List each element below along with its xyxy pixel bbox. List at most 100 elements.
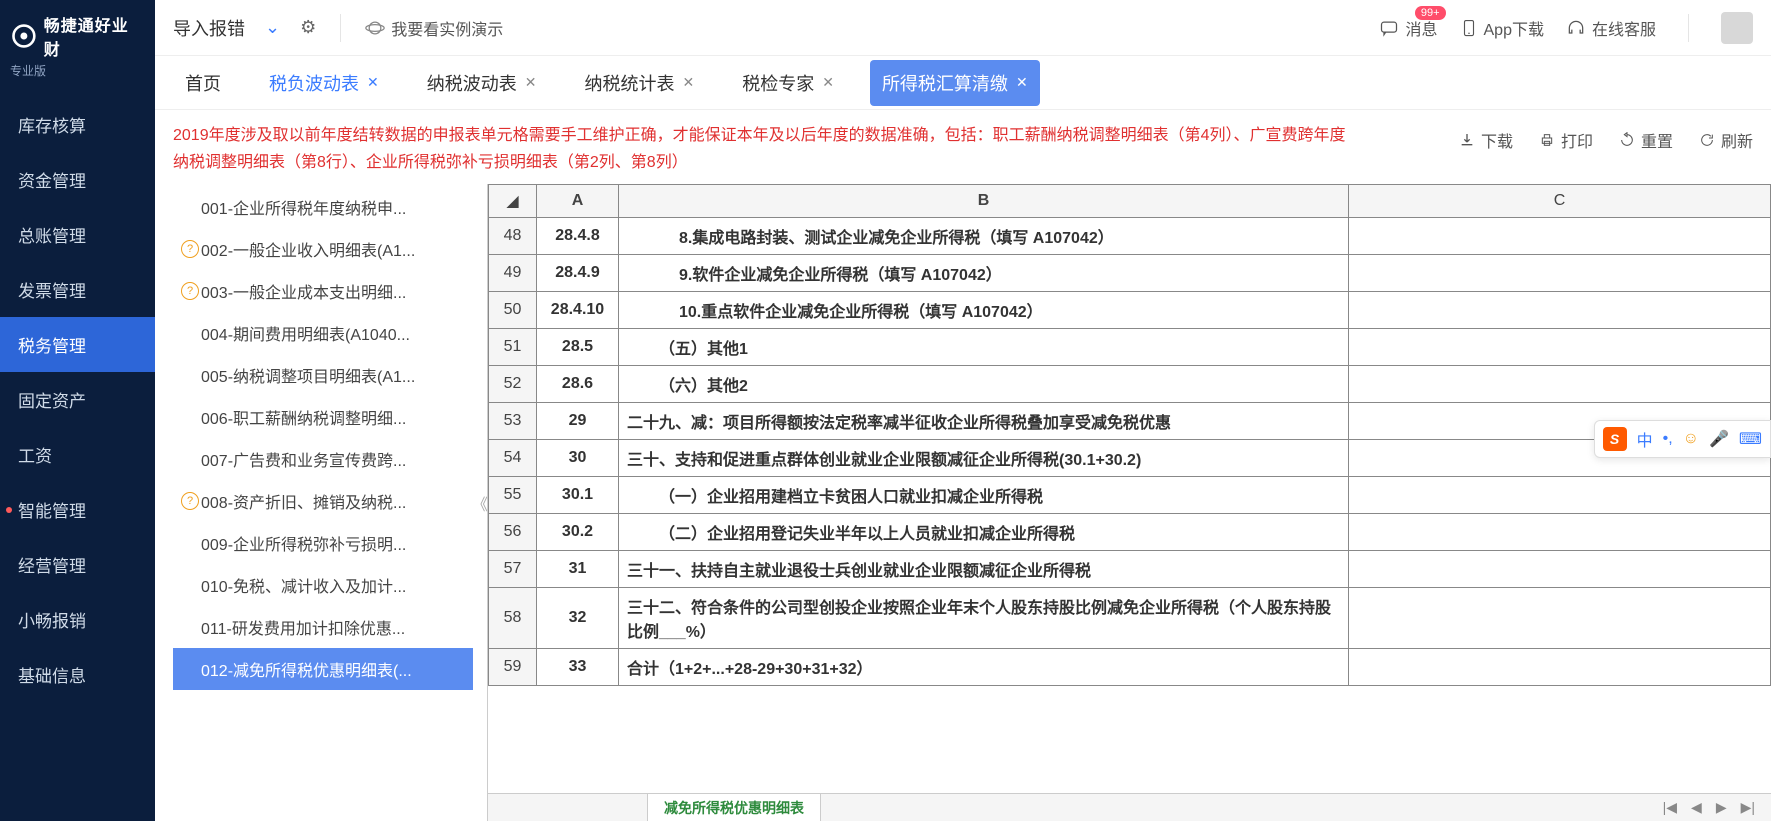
cell[interactable]: 三十、支持和促进重点群体创业就业企业限额减征企业所得税(30.1+30.2) xyxy=(619,440,1349,477)
col-header-b[interactable]: B xyxy=(619,185,1349,218)
form-list-item-7[interactable]: 008-资产折旧、摊销及纳税... xyxy=(173,480,473,522)
nav-item-2[interactable]: 总账管理 xyxy=(0,207,155,262)
form-list-item-11[interactable]: 012-减免所得税优惠明细表(... xyxy=(173,648,473,690)
ime-toolbar[interactable]: S 中 •, ☺ 🎤 ⌨ xyxy=(1594,420,1771,458)
form-list-item-5[interactable]: 006-职工薪酬纳税调整明细... xyxy=(173,396,473,438)
nav-item-5[interactable]: 固定资产 xyxy=(0,372,155,427)
sheet-nav-last[interactable]: ▶| xyxy=(1735,799,1761,816)
cell[interactable] xyxy=(1349,649,1771,686)
ime-emoji-icon[interactable]: ☺ xyxy=(1683,430,1699,448)
close-icon[interactable]: ✕ xyxy=(1016,74,1028,91)
row-header[interactable]: 55 xyxy=(489,477,537,514)
user-avatar[interactable] xyxy=(1721,12,1753,44)
cell[interactable]: 29 xyxy=(537,403,619,440)
spreadsheet[interactable]: ◢ A B C 4828.4.88.集成电路封装、测试企业减免企业所得税（填写 … xyxy=(488,184,1771,793)
cell[interactable]: 30 xyxy=(537,440,619,477)
close-icon[interactable]: ✕ xyxy=(367,74,379,91)
nav-item-8[interactable]: 经营管理 xyxy=(0,537,155,592)
form-list-item-6[interactable]: 007-广告费和业务宣传费跨... xyxy=(173,438,473,480)
row-header[interactable]: 58 xyxy=(489,588,537,649)
nav-item-9[interactable]: 小畅报销 xyxy=(0,592,155,647)
row-header[interactable]: 53 xyxy=(489,403,537,440)
close-icon[interactable]: ✕ xyxy=(525,74,537,91)
ime-lang[interactable]: 中 xyxy=(1637,427,1653,451)
cell[interactable]: 30.2 xyxy=(537,514,619,551)
cell[interactable] xyxy=(1349,255,1771,292)
cell[interactable]: 30.1 xyxy=(537,477,619,514)
cell[interactable]: （五）其他1 xyxy=(619,329,1349,366)
nav-item-10[interactable]: 基础信息 xyxy=(0,647,155,702)
row-header[interactable]: 52 xyxy=(489,366,537,403)
messages-button[interactable]: 消息 99+ xyxy=(1379,16,1437,40)
corner-cell[interactable]: ◢ xyxy=(489,185,537,218)
tab-2[interactable]: 纳税波动表✕ xyxy=(415,60,549,106)
tab-3[interactable]: 纳税统计表✕ xyxy=(572,60,706,106)
reset-button[interactable]: 重置 xyxy=(1619,128,1673,152)
form-list-item-0[interactable]: 001-企业所得税年度纳税申... xyxy=(173,186,473,228)
cell[interactable]: 合计（1+2+...+28-29+30+31+32） xyxy=(619,649,1349,686)
nav-item-1[interactable]: 资金管理 xyxy=(0,152,155,207)
row-header[interactable]: 59 xyxy=(489,649,537,686)
row-header[interactable]: 49 xyxy=(489,255,537,292)
print-button[interactable]: 打印 xyxy=(1539,128,1593,152)
close-icon[interactable]: ✕ xyxy=(822,74,834,91)
row-header[interactable]: 51 xyxy=(489,329,537,366)
cell[interactable]: （六）其他2 xyxy=(619,366,1349,403)
form-list-item-3[interactable]: 004-期间费用明细表(A1040... xyxy=(173,312,473,354)
cell[interactable]: 28.4.10 xyxy=(537,292,619,329)
row-header[interactable]: 56 xyxy=(489,514,537,551)
row-header[interactable]: 50 xyxy=(489,292,537,329)
collapse-handle[interactable]: 《 xyxy=(473,184,487,821)
row-header[interactable]: 48 xyxy=(489,218,537,255)
ime-punct-icon[interactable]: •, xyxy=(1663,430,1673,448)
cell[interactable]: 31 xyxy=(537,551,619,588)
cell[interactable]: 三十一、扶持自主就业退役士兵创业就业企业限额减征企业所得税 xyxy=(619,551,1349,588)
cell[interactable]: 28.4.8 xyxy=(537,218,619,255)
cell[interactable]: 28.4.9 xyxy=(537,255,619,292)
cell[interactable]: 28.5 xyxy=(537,329,619,366)
row-header[interactable]: 57 xyxy=(489,551,537,588)
cell[interactable] xyxy=(1349,514,1771,551)
cell[interactable] xyxy=(1349,329,1771,366)
cell[interactable] xyxy=(1349,477,1771,514)
cell[interactable] xyxy=(1349,551,1771,588)
download-button[interactable]: 下载 xyxy=(1459,128,1513,152)
tab-1[interactable]: 税负波动表✕ xyxy=(257,60,391,106)
form-list-item-9[interactable]: 010-免税、减计收入及加计... xyxy=(173,564,473,606)
cell[interactable]: 二十九、减：项目所得额按法定税率减半征收企业所得税叠加享受减免税优惠 xyxy=(619,403,1349,440)
form-list-item-2[interactable]: 003-一般企业成本支出明细... xyxy=(173,270,473,312)
nav-item-4[interactable]: 税务管理 xyxy=(0,317,155,372)
cell[interactable]: 10.重点软件企业减免企业所得税（填写 A107042） xyxy=(619,292,1349,329)
cell[interactable] xyxy=(1349,366,1771,403)
form-list-item-4[interactable]: 005-纳税调整项目明细表(A1... xyxy=(173,354,473,396)
row-header[interactable]: 54 xyxy=(489,440,537,477)
cell[interactable]: 8.集成电路封装、测试企业减免企业所得税（填写 A107042） xyxy=(619,218,1349,255)
cell[interactable]: （二）企业招用登记失业半年以上人员就业扣减企业所得税 xyxy=(619,514,1349,551)
nav-item-6[interactable]: 工资 xyxy=(0,427,155,482)
cell[interactable]: 三十二、符合条件的公司型创投企业按照企业年末个人股东持股比例减免企业所得税（个人… xyxy=(619,588,1349,649)
nav-item-7[interactable]: 智能管理 xyxy=(0,482,155,537)
sheet-nav-prev[interactable]: ◀ xyxy=(1685,799,1708,816)
tab-0[interactable]: 首页 xyxy=(173,60,233,106)
refresh-button[interactable]: 刷新 xyxy=(1699,128,1753,152)
close-icon[interactable]: ✕ xyxy=(682,74,694,91)
tab-5[interactable]: 所得税汇算清缴✕ xyxy=(870,60,1040,106)
col-header-c[interactable]: C xyxy=(1349,185,1771,218)
cell[interactable] xyxy=(1349,292,1771,329)
cell[interactable] xyxy=(1349,218,1771,255)
demo-link[interactable]: 我要看实例演示 xyxy=(365,16,503,40)
sheet-nav-next[interactable]: ▶ xyxy=(1710,799,1733,816)
cell[interactable]: 9.软件企业减免企业所得税（填写 A107042） xyxy=(619,255,1349,292)
tab-4[interactable]: 税检专家✕ xyxy=(730,60,846,106)
sheet-nav-first[interactable]: |◀ xyxy=(1657,799,1683,816)
nav-item-0[interactable]: 库存核算 xyxy=(0,97,155,152)
cell[interactable]: 32 xyxy=(537,588,619,649)
sheet-tab[interactable]: 减免所得税优惠明细表 xyxy=(648,794,821,821)
nav-item-3[interactable]: 发票管理 xyxy=(0,262,155,317)
cell[interactable] xyxy=(1349,588,1771,649)
col-header-a[interactable]: A xyxy=(537,185,619,218)
support-button[interactable]: 在线客服 xyxy=(1566,16,1656,40)
form-list-item-10[interactable]: 011-研发费用加计扣除优惠... xyxy=(173,606,473,648)
cell[interactable]: 28.6 xyxy=(537,366,619,403)
ime-mic-icon[interactable]: 🎤 xyxy=(1709,429,1729,449)
